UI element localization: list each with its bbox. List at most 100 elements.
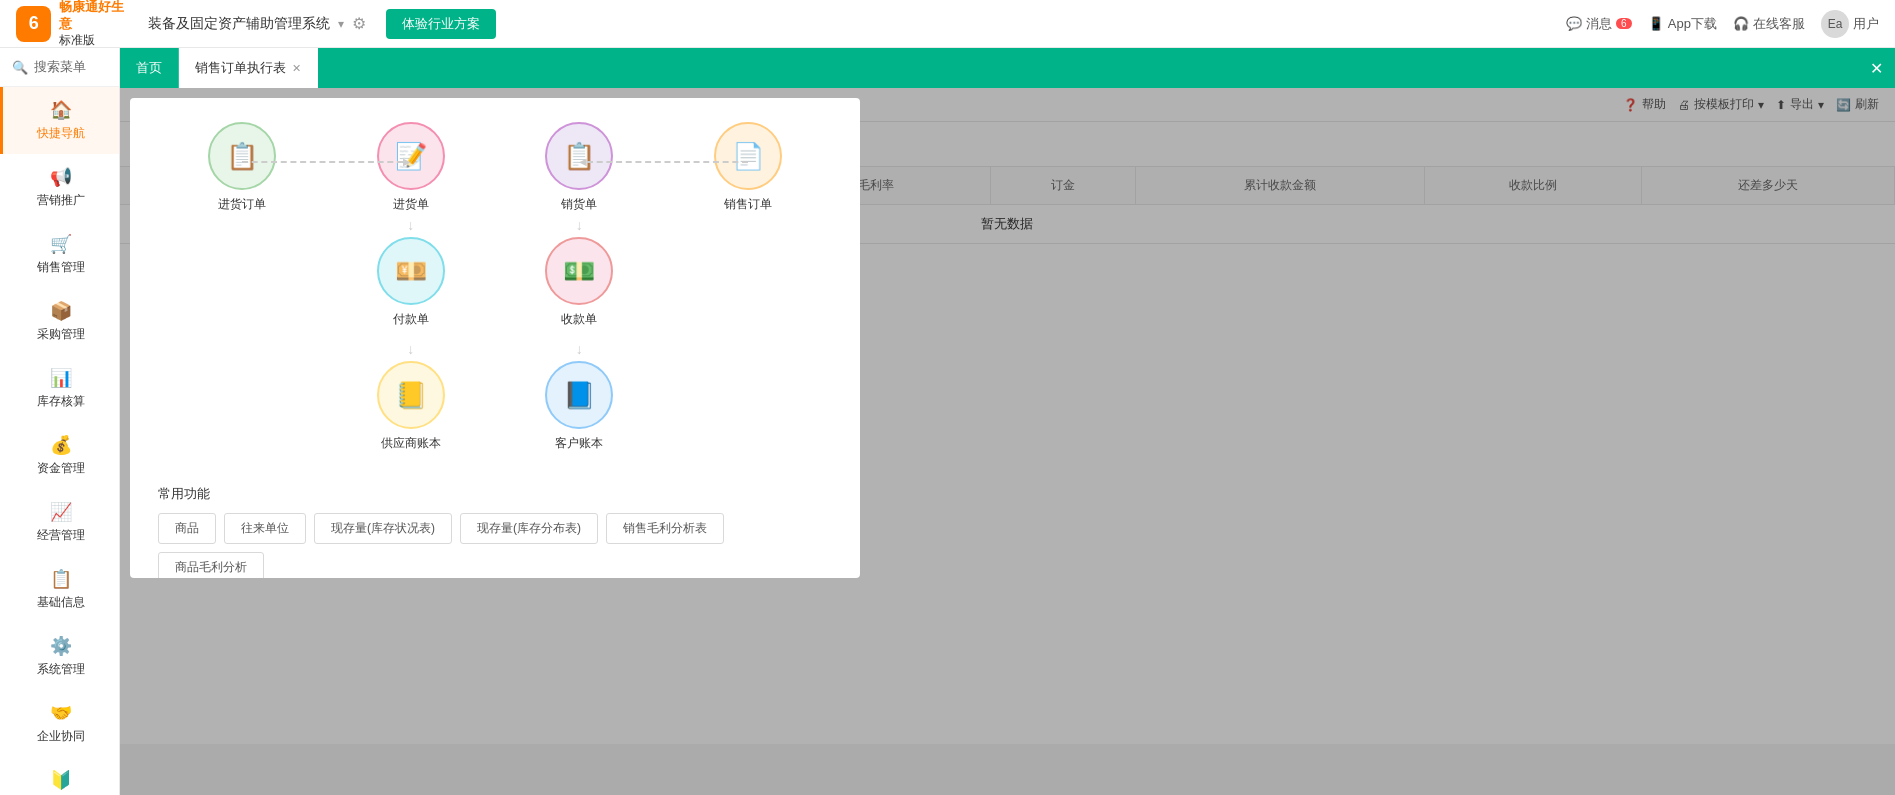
online-service-item[interactable]: 🎧 在线客服 [1733,15,1805,33]
main-area: 🔍 搜索菜单 🏠 快捷导航 📢 营销推广 🛒 销售管理 📦 采购管理 📊 [0,48,1895,795]
sidebar-item-newbie[interactable]: 🔰 新手引导 [0,757,119,795]
sidebar-label-basic-info: 基础信息 [37,594,85,611]
flow-node-purchase-order[interactable]: 📋 进货订单 [158,122,327,213]
message-badge: 6 [1616,18,1632,29]
home-icon: 🏠 [50,99,72,121]
avatar: Ea [1821,10,1849,38]
sales-order-exec-label: 销售订单执行表 [195,59,286,77]
sidebar-label-inventory: 库存核算 [37,393,85,410]
marketing-icon: 📢 [50,166,72,188]
tab-close-icon[interactable]: ✕ [292,62,301,75]
app-download-item[interactable]: 📱 App下载 [1648,15,1717,33]
purchase-slip-label: 进货单 [393,196,429,213]
flow-node-supplier-ledger[interactable]: 📒 供应商账本 [327,361,496,461]
system-title-area: 装备及固定资产辅助管理系统 ▾ ⚙ [148,14,366,33]
func-buttons-row1: 商品 往来单位 现存量(库存状况表) 现存量(库存分布表) 销售毛利分析表 商品… [158,513,832,578]
flow-node-sales-order[interactable]: 📄 销售订单 [664,122,833,213]
arrow-down-receipt: ↓ [495,337,664,361]
flow-node-receipt[interactable]: 💵 收款单 [495,237,664,337]
arrow-down-sales: ↓ [495,213,664,237]
arrow-down-payment: ↓ [327,337,496,361]
receipt-circle: 💵 [545,237,613,305]
func-btn-sales-profit[interactable]: 销售毛利分析表 [606,513,724,544]
sidebar-label-purchase: 采购管理 [37,326,85,343]
app-download-label: App下载 [1668,15,1717,33]
sidebar-item-marketing[interactable]: 📢 营销推广 [0,154,119,221]
supplier-ledger-label: 供应商账本 [381,435,441,452]
close-all-tabs-button[interactable]: ✕ [1870,59,1883,78]
customer-ledger-label: 客户账本 [555,435,603,452]
headset-icon: 🎧 [1733,16,1749,31]
purchase-order-label: 进货订单 [218,196,266,213]
spacer3 [158,237,327,337]
func-btn-product[interactable]: 商品 [158,513,216,544]
sidebar: 🔍 搜索菜单 🏠 快捷导航 📢 营销推广 🛒 销售管理 📦 采购管理 📊 [0,48,120,795]
sales-icon: 🛒 [50,233,72,255]
arrow-down-purchase: ↓ [327,213,496,237]
sidebar-item-system[interactable]: ⚙️ 系统管理 [0,623,119,690]
sidebar-label-operations: 经营管理 [37,527,85,544]
user-item[interactable]: Ea 用户 [1821,10,1879,38]
sidebar-item-purchase[interactable]: 📦 采购管理 [0,288,119,355]
sidebar-label-sales: 销售管理 [37,259,85,276]
sidebar-item-enterprise[interactable]: 🤝 企业协同 [0,690,119,757]
sidebar-label-enterprise: 企业协同 [37,728,85,745]
sidebar-item-finance[interactable]: 💰 资金管理 [0,422,119,489]
inventory-icon: 📊 [50,367,72,389]
flow-node-payment[interactable]: 💴 付款单 [327,237,496,337]
sidebar-item-operations[interactable]: 📈 经营管理 [0,489,119,556]
quick-guide-panel: 📋 进货订单 ▶ [130,98,860,578]
sidebar-label-finance: 资金管理 [37,460,85,477]
sidebar-item-basic-info[interactable]: 📋 基础信息 [0,556,119,623]
flow-diagram: 📋 进货订单 ▶ [158,122,832,461]
flow-node-sales-slip[interactable]: ◀ 📋 销货单 [495,122,664,213]
receipt-label: 收款单 [561,311,597,328]
brand-text: 畅康通好生意 标准版 [59,0,136,48]
top-right-area: 💬 消息 6 📱 App下载 🎧 在线客服 Ea 用户 [1566,10,1879,38]
spacer5 [158,337,327,361]
message-item[interactable]: 💬 消息 6 [1566,15,1632,33]
finance-icon: 💰 [50,434,72,456]
payment-circle: 💴 [377,237,445,305]
sidebar-search[interactable]: 🔍 搜索菜单 [0,48,119,87]
sidebar-label-quick-nav: 快捷导航 [37,125,85,142]
func-btn-product-profit[interactable]: 商品毛利分析 [158,552,264,578]
sidebar-item-quick-nav[interactable]: 🏠 快捷导航 [0,87,119,154]
sidebar-search-label: 搜索菜单 [34,58,86,76]
common-functions: 常用功能 商品 往来单位 现存量(库存状况表) 现存量(库存分布表) 销售毛利分… [158,485,832,578]
func-btn-partner[interactable]: 往来单位 [224,513,306,544]
settings-icon[interactable]: ⚙ [352,14,366,33]
user-label: 用户 [1853,15,1879,33]
operations-icon: 📈 [50,501,72,523]
page-content: ❓ 帮助 🖨 按模板打印 ▾ ⬆ 导出 ▾ 🔄 [120,88,1895,795]
tab-sales-order-exec[interactable]: 销售订单执行表 ✕ [179,48,318,88]
payment-label: 付款单 [393,311,429,328]
supplier-ledger-circle: 📒 [377,361,445,429]
enterprise-icon: 🤝 [50,702,72,724]
newbie-icon: 🔰 [50,769,72,791]
dropdown-arrow-icon[interactable]: ▾ [338,17,344,31]
overlay-backdrop[interactable]: 📋 进货订单 ▶ [120,88,1895,795]
top-bar: 6 畅康通好生意 标准版 装备及固定资产辅助管理系统 ▾ ⚙ 体验行业方案 💬 … [0,0,1895,48]
sales-slip-label: 销货单 [561,196,597,213]
app-logo-icon: 6 [16,6,51,42]
online-service-label: 在线客服 [1753,15,1805,33]
tab-bar: 首页 销售订单执行表 ✕ ✕ [120,48,1895,88]
spacer2 [664,213,833,237]
spacer7 [158,361,327,461]
message-icon: 💬 [1566,16,1582,31]
sidebar-item-inventory[interactable]: 📊 库存核算 [0,355,119,422]
basic-info-icon: 📋 [50,568,72,590]
purchase-icon: 📦 [50,300,72,322]
trial-button[interactable]: 体验行业方案 [386,9,496,39]
func-btn-stock-dist[interactable]: 现存量(库存分布表) [460,513,598,544]
tab-home[interactable]: 首页 [120,48,179,88]
spacer8 [664,361,833,461]
message-label: 消息 [1586,15,1612,33]
func-btn-stock-status[interactable]: 现存量(库存状况表) [314,513,452,544]
sidebar-item-sales[interactable]: 🛒 销售管理 [0,221,119,288]
flow-node-purchase-slip[interactable]: ▶ 📝 进货单 [327,122,496,213]
sidebar-label-system: 系统管理 [37,661,85,678]
logo-area: 6 畅康通好生意 标准版 [16,0,136,48]
flow-node-customer-ledger[interactable]: 📘 客户账本 [495,361,664,461]
